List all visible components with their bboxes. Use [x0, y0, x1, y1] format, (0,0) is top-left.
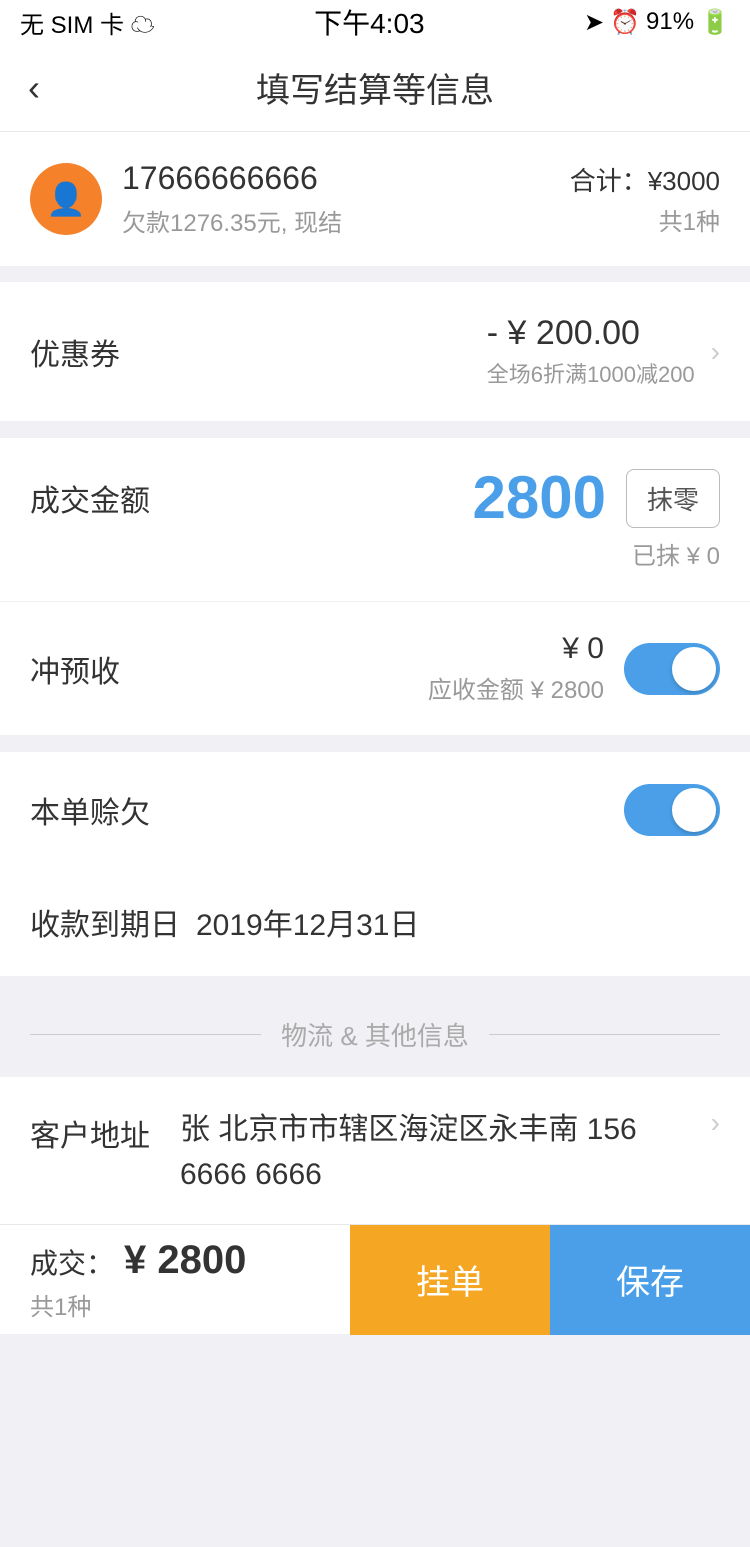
date-label: 收款到期日	[30, 900, 180, 944]
content-area: 👤 17666666666 欠款1276.35元, 现结 合计：¥3000 共1…	[0, 132, 750, 1547]
bottom-deal-amount: ¥ 2800	[124, 1238, 246, 1283]
customer-info: 17666666666 欠款1276.35元, 现结	[122, 160, 342, 238]
deal-amount: 2800	[473, 468, 606, 528]
back-button[interactable]: ‹	[28, 67, 40, 109]
deal-amount-wrap: 2800 抹零	[473, 468, 721, 528]
customer-right: 合计：¥3000 共1种	[570, 161, 720, 237]
status-time: 下午4:03	[314, 2, 425, 42]
save-button[interactable]: 保存	[550, 1225, 750, 1335]
coupon-desc: 全场6折满1000减200	[487, 357, 695, 389]
status-bar: 无 SIM 卡 ☁ 下午4:03 ➤ ⏰ 91% 🔋	[0, 0, 750, 44]
bottom-count: 共1种	[30, 1287, 320, 1322]
hold-button[interactable]: 挂单	[350, 1225, 550, 1335]
round-button[interactable]: 抹零	[626, 469, 720, 528]
logistics-text: 物流 & 其他信息	[281, 1016, 469, 1053]
address-chevron-icon: ›	[711, 1107, 720, 1139]
customer-card: 👤 17666666666 欠款1276.35元, 现结 合计：¥3000 共1…	[0, 132, 750, 266]
battery-level: 91%	[646, 8, 694, 36]
deal-sub: 已抹 ¥ 0	[30, 536, 720, 571]
total-amount: 合计：¥3000	[570, 161, 720, 198]
avatar: 👤	[30, 163, 102, 235]
prepaid-sub: 应收金额 ¥ 2800	[428, 670, 604, 705]
coupon-right: - ¥ 200.00 全场6折满1000减200 ›	[487, 314, 720, 389]
customer-left: 👤 17666666666 欠款1276.35元, 现结	[30, 160, 342, 238]
battery-icon: 🔋	[700, 8, 730, 37]
total-count: 共1种	[570, 202, 720, 237]
logistics-divider: 物流 & 其他信息	[0, 992, 750, 1077]
nav-bar: ‹ 填写结算等信息	[0, 44, 750, 132]
deal-label: 成交金额	[30, 476, 150, 520]
chevron-right-icon: ›	[711, 336, 720, 368]
deal-row: 成交金额 2800 抹零	[30, 468, 720, 528]
deal-section: 成交金额 2800 抹零 已抹 ¥ 0	[0, 438, 750, 602]
address-label: 客户地址	[30, 1107, 150, 1155]
prepaid-info: ¥ 0 应收金额 ¥ 2800	[428, 632, 604, 705]
address-value: 张 北京市市辖区海淀区永丰南 156 6666 6666	[180, 1107, 711, 1197]
prepaid-amount: ¥ 0	[428, 632, 604, 666]
date-section: 收款到期日 2019年12月31日	[0, 868, 750, 976]
coupon-amount: - ¥ 200.00	[487, 314, 695, 353]
section-divider-2	[0, 736, 750, 752]
address-section[interactable]: 客户地址 张 北京市市辖区海淀区永丰南 156 6666 6666 ›	[0, 1077, 750, 1227]
debt-label: 本单赊欠	[30, 788, 150, 832]
bottom-bar: 成交： ¥ 2800 共1种 挂单 保存	[0, 1224, 750, 1334]
prepaid-right: ¥ 0 应收金额 ¥ 2800	[428, 632, 720, 705]
bottom-summary: 成交： ¥ 2800 共1种	[0, 1238, 350, 1322]
bottom-deal-label: 成交：	[30, 1242, 114, 1282]
alarm-icon: ⏰	[610, 8, 640, 37]
page-title: 填写结算等信息	[256, 63, 494, 112]
divider-line-right	[489, 1034, 720, 1035]
customer-debt: 欠款1276.35元, 现结	[122, 203, 342, 238]
divider-line-left	[30, 1034, 261, 1035]
sim-status: 无 SIM 卡 ☁	[20, 5, 155, 40]
status-left: 无 SIM 卡 ☁	[20, 5, 155, 40]
section-divider-1	[0, 422, 750, 438]
prepaid-section: 冲预收 ¥ 0 应收金额 ¥ 2800	[0, 602, 750, 736]
status-right: ➤ ⏰ 91% 🔋	[584, 8, 730, 37]
prepaid-toggle[interactable]	[624, 643, 720, 695]
coupon-info: - ¥ 200.00 全场6折满1000减200	[487, 314, 695, 389]
location-icon: ➤	[584, 8, 604, 37]
coupon-row[interactable]: 优惠券 - ¥ 200.00 全场6折满1000减200 ›	[0, 282, 750, 422]
date-value: 2019年12月31日	[196, 900, 419, 944]
bottom-deal-row: 成交： ¥ 2800	[30, 1238, 320, 1283]
coupon-label: 优惠券	[30, 330, 120, 374]
debt-section: 本单赊欠	[0, 752, 750, 868]
section-divider-3	[0, 976, 750, 992]
customer-phone: 17666666666	[122, 160, 342, 197]
debt-toggle[interactable]	[624, 784, 720, 836]
prepaid-label: 冲预收	[30, 647, 120, 691]
